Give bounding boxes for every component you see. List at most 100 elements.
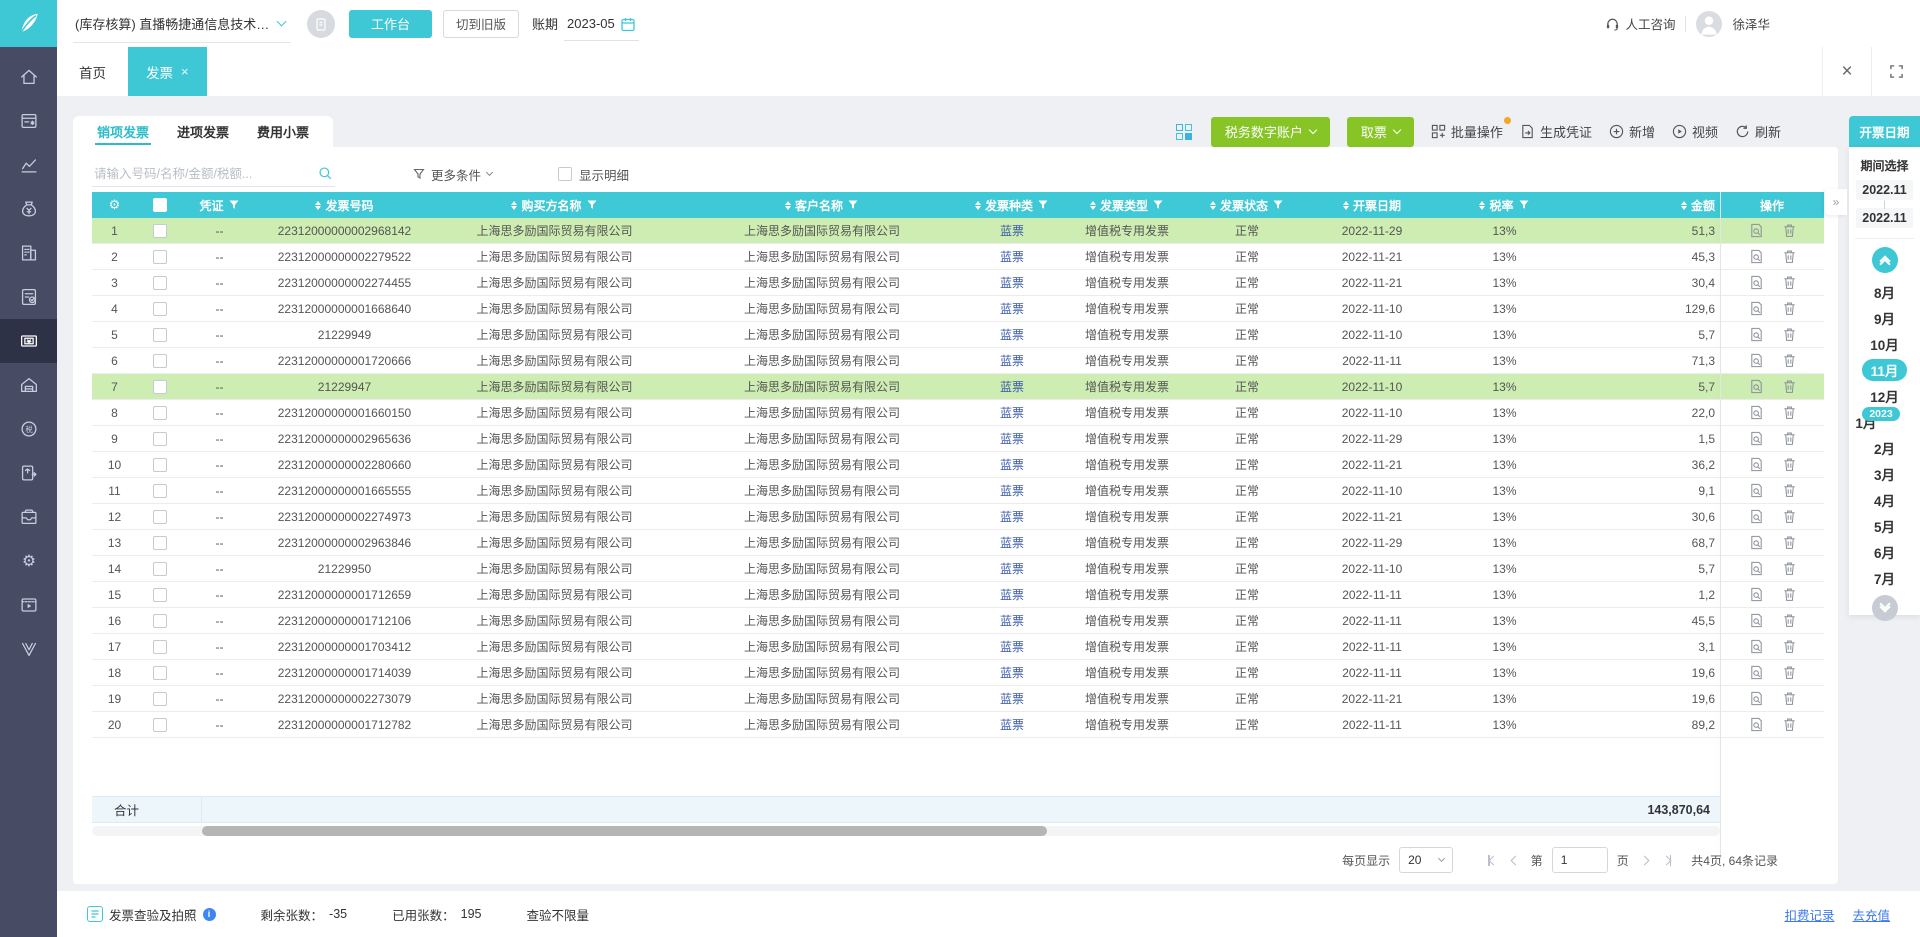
sidebar-item-company[interactable] — [0, 231, 57, 275]
row-checkbox-cell[interactable] — [137, 328, 182, 342]
sidebar-item-billing[interactable] — [0, 99, 57, 143]
show-detail-toggle[interactable]: 显示明细 — [558, 165, 629, 184]
table-row[interactable]: 2--22312000000002279522上海思多励国际贸易有限公司上海思多… — [92, 244, 1824, 270]
sort-icon[interactable] — [1681, 201, 1687, 210]
view-invoice-icon[interactable] — [1749, 483, 1764, 498]
table-row[interactable]: 7--21229947上海思多励国际贸易有限公司上海思多励国际贸易有限公司蓝票增… — [92, 374, 1824, 400]
delete-invoice-icon[interactable] — [1782, 691, 1797, 706]
delete-invoice-icon[interactable] — [1782, 509, 1797, 524]
gear-icon[interactable]: ⚙ — [109, 197, 121, 213]
row-checkbox[interactable] — [153, 250, 167, 264]
sidebar-item-archive[interactable] — [0, 495, 57, 539]
view-invoice-icon[interactable] — [1749, 665, 1764, 680]
row-checkbox[interactable] — [153, 406, 167, 420]
sidebar-item-warehouse[interactable] — [0, 363, 57, 407]
sidebar-item-chart[interactable] — [0, 143, 57, 187]
actions-cell[interactable] — [1720, 218, 1824, 243]
delete-invoice-icon[interactable] — [1782, 665, 1797, 680]
month-item-5月[interactable]: 5月 — [1849, 513, 1920, 539]
search-icon[interactable] — [318, 166, 333, 181]
subtab-purchase-invoice[interactable]: 进项发票 — [163, 116, 243, 147]
avatar[interactable] — [1696, 11, 1722, 37]
sidebar-item-video-player[interactable] — [0, 583, 57, 627]
sidebar-item-money-bag[interactable] — [0, 187, 57, 231]
horizontal-scrollbar[interactable] — [92, 826, 1720, 836]
qr-scan-icon[interactable] — [1176, 124, 1192, 140]
view-invoice-icon[interactable] — [1749, 405, 1764, 420]
actions-cell[interactable] — [1720, 426, 1824, 451]
table-row[interactable]: 5--21229949上海思多励国际贸易有限公司上海思多励国际贸易有限公司蓝票增… — [92, 322, 1824, 348]
actions-cell[interactable] — [1720, 712, 1824, 737]
view-invoice-icon[interactable] — [1749, 613, 1764, 628]
row-checkbox[interactable] — [153, 666, 167, 680]
row-checkbox[interactable] — [153, 562, 167, 576]
actions-cell[interactable] — [1720, 556, 1824, 581]
delete-invoice-icon[interactable] — [1782, 379, 1797, 394]
delete-invoice-icon[interactable] — [1782, 353, 1797, 368]
row-checkbox-cell[interactable] — [137, 718, 182, 732]
actions-cell[interactable] — [1720, 400, 1824, 425]
table-row[interactable]: 16--22312000000001712106上海思多励国际贸易有限公司上海思… — [92, 608, 1824, 634]
next-page-button[interactable] — [1638, 857, 1651, 864]
filter-icon[interactable] — [1037, 199, 1049, 211]
column-header-5[interactable]: 发票种类 — [967, 197, 1057, 214]
month-item-2月[interactable]: 2月 — [1849, 435, 1920, 461]
view-invoice-icon[interactable] — [1749, 691, 1764, 706]
sort-icon[interactable] — [315, 201, 321, 210]
view-invoice-icon[interactable] — [1749, 301, 1764, 316]
column-header-7[interactable]: 发票状态 — [1197, 197, 1297, 214]
collapse-panel-icon[interactable]: » — [1825, 189, 1847, 215]
last-page-button[interactable] — [1660, 855, 1675, 866]
row-checkbox[interactable] — [153, 510, 167, 524]
filter-icon[interactable] — [1152, 199, 1164, 211]
filter-icon[interactable] — [847, 199, 859, 211]
delete-invoice-icon[interactable] — [1782, 223, 1797, 238]
sort-icon[interactable] — [975, 201, 981, 210]
per-page-select[interactable]: 20 — [1399, 847, 1453, 873]
delete-invoice-icon[interactable] — [1782, 587, 1797, 602]
username[interactable]: 徐泽华 — [1732, 14, 1770, 33]
row-checkbox-cell[interactable] — [137, 640, 182, 654]
filter-icon[interactable] — [1272, 199, 1284, 211]
actions-cell[interactable] — [1720, 608, 1824, 633]
tax-digital-account-button[interactable]: 税务数字账户 — [1211, 117, 1330, 147]
table-row[interactable]: 10--22312000000002280660上海思多励国际贸易有限公司上海思… — [92, 452, 1824, 478]
month-item-10月[interactable]: 10月 — [1849, 331, 1920, 357]
view-invoice-icon[interactable] — [1749, 509, 1764, 524]
table-row[interactable]: 9--22312000000002965636上海思多励国际贸易有限公司上海思多… — [92, 426, 1824, 452]
subtab-sales-invoice[interactable]: 销项发票 — [83, 116, 163, 147]
row-checkbox[interactable] — [153, 536, 167, 550]
view-invoice-icon[interactable] — [1749, 249, 1764, 264]
row-checkbox[interactable] — [153, 432, 167, 446]
table-row[interactable]: 12--22312000000002274973上海思多励国际贸易有限公司上海思… — [92, 504, 1824, 530]
view-invoice-icon[interactable] — [1749, 561, 1764, 576]
prev-page-button[interactable] — [1509, 857, 1522, 864]
row-checkbox-cell[interactable] — [137, 406, 182, 420]
header-checkbox-cell[interactable] — [137, 198, 182, 212]
delete-invoice-icon[interactable] — [1782, 717, 1797, 732]
fee-record-link[interactable]: 扣费记录 — [1784, 905, 1834, 924]
column-header-8[interactable]: 开票日期 — [1297, 197, 1447, 214]
sort-icon[interactable] — [1210, 201, 1216, 210]
delete-invoice-icon[interactable] — [1782, 639, 1797, 654]
month-item-8月[interactable]: 8月 — [1849, 279, 1920, 305]
delete-invoice-icon[interactable] — [1782, 249, 1797, 264]
table-row[interactable]: 8--22312000000001660150上海思多励国际贸易有限公司上海思多… — [92, 400, 1824, 426]
tab-home[interactable]: 首页 — [57, 47, 128, 96]
table-row[interactable]: 20--22312000000001712782上海思多励国际贸易有限公司上海思… — [92, 712, 1824, 738]
view-invoice-icon[interactable] — [1749, 223, 1764, 238]
sort-icon[interactable] — [1479, 201, 1485, 210]
row-checkbox-cell[interactable] — [137, 562, 182, 576]
row-checkbox[interactable] — [153, 224, 167, 238]
table-row[interactable]: 1--22312000000002968142上海思多励国际贸易有限公司上海思多… — [92, 218, 1824, 244]
add-button[interactable]: 新增 — [1609, 122, 1655, 141]
sidebar-item-invoice[interactable] — [0, 319, 57, 363]
sidebar-item-v-logo[interactable] — [0, 627, 57, 671]
page-input[interactable] — [1552, 847, 1608, 873]
actions-cell[interactable] — [1720, 504, 1824, 529]
column-header-10[interactable]: 金额 — [1562, 197, 1720, 214]
sidebar-item-home[interactable] — [0, 55, 57, 99]
clipboard-icon[interactable] — [307, 10, 335, 38]
actions-cell[interactable] — [1720, 270, 1824, 295]
row-checkbox[interactable] — [153, 328, 167, 342]
